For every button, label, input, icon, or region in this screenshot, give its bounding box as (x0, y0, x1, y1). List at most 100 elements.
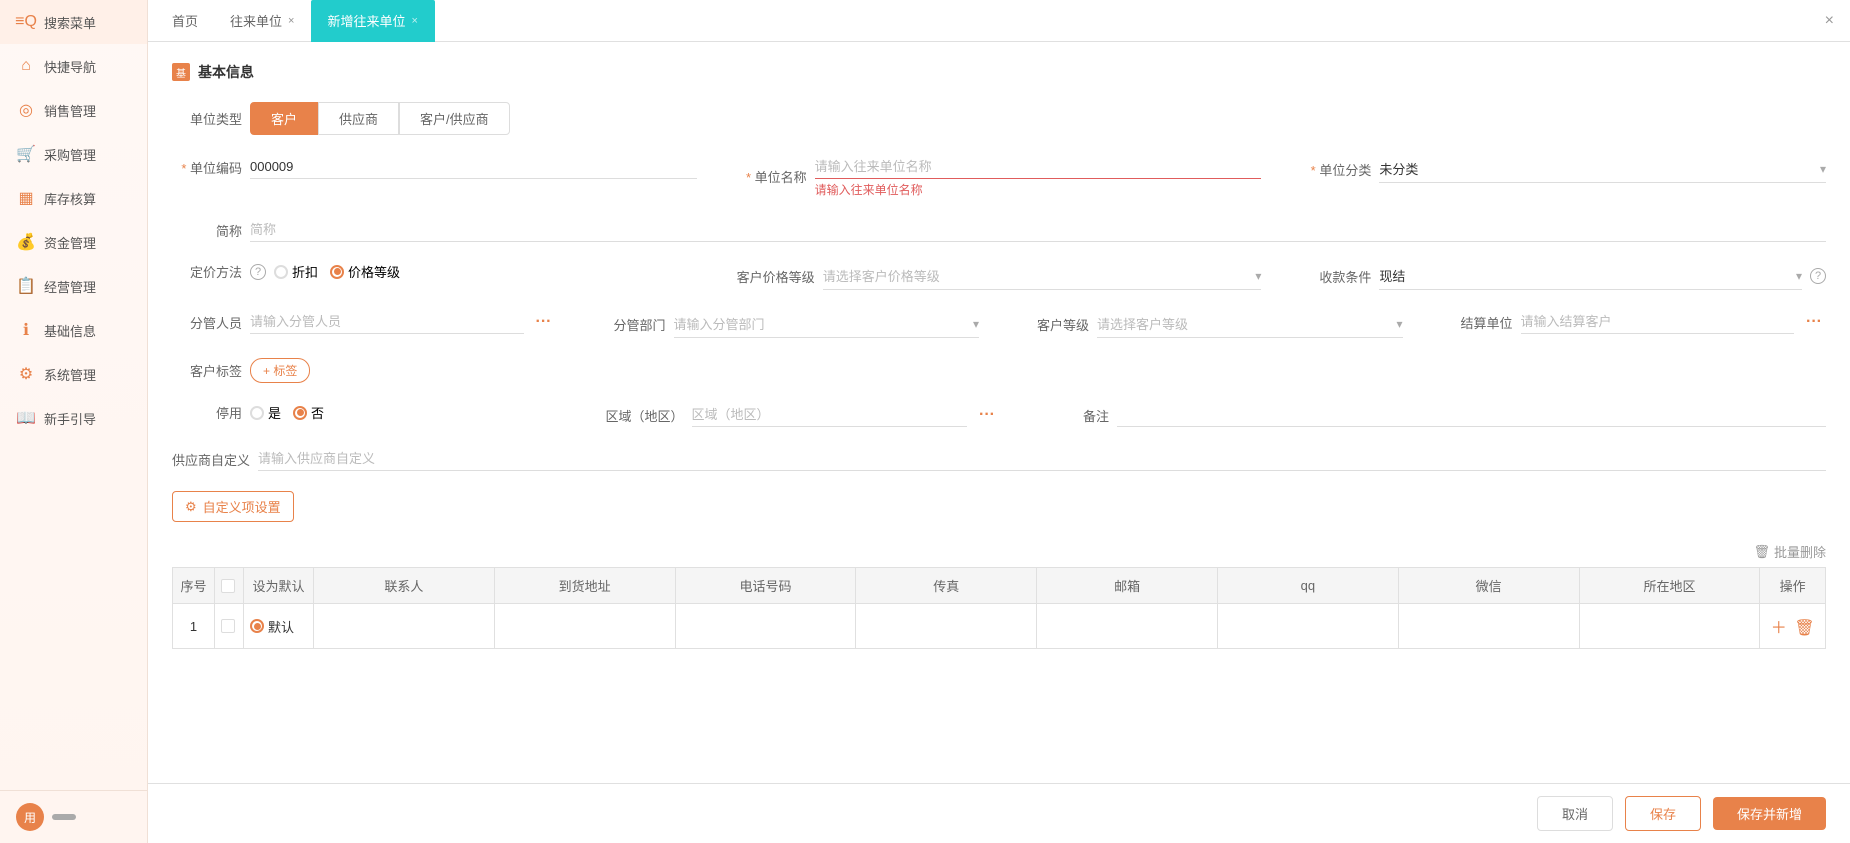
code-input[interactable] (250, 155, 697, 179)
disabled-no[interactable]: 否 (293, 403, 324, 422)
region-input[interactable] (692, 403, 968, 427)
pricing-label: 定价方法 (172, 262, 242, 281)
address-input[interactable] (501, 620, 669, 634)
col-address: 到货地址 (494, 568, 675, 604)
help-icon[interactable]: ? (250, 264, 266, 280)
level-radio (330, 265, 344, 279)
guide-icon: 📖 (16, 408, 36, 428)
name-input-wrapper: 请输入往来单位名称 (815, 155, 1262, 198)
cancel-button[interactable]: 取消 (1537, 796, 1613, 831)
qq-input[interactable] (1224, 620, 1392, 634)
row-checkbox-input[interactable] (221, 619, 235, 633)
payment-select[interactable]: 现结 ▾ (1379, 262, 1802, 290)
row-contact[interactable] (313, 604, 494, 649)
operations-icon: 📋 (16, 276, 36, 296)
close-all-tabs[interactable]: × (1817, 12, 1842, 30)
settings-gear-icon: ⚙ (185, 499, 197, 515)
discount-radio (274, 265, 288, 279)
price-level-select[interactable]: 请选择客户价格等级 ▾ (823, 262, 1262, 290)
row-email[interactable] (1037, 604, 1218, 649)
customer-level-label: 客户等级 (1019, 315, 1089, 334)
sidebar-item-search[interactable]: ≡Q 搜索菜单 (0, 0, 147, 44)
row-wechat[interactable] (1398, 604, 1579, 649)
payment-value: 现结 (1379, 266, 1792, 285)
name-field: 单位名称 请输入往来单位名称 (737, 155, 1262, 198)
table-header-row: 🗑 批量删除 (172, 542, 1826, 561)
payment-help-icon[interactable]: ? (1810, 268, 1826, 284)
add-tag-button[interactable]: + 标签 (250, 358, 310, 383)
sidebar-item-basic-info[interactable]: ℹ 基础信息 (0, 308, 147, 352)
sidebar-item-guide[interactable]: 📖 新手引导 (0, 396, 147, 440)
chevron-down-icon: ▾ (1255, 269, 1261, 283)
contact-input[interactable] (320, 620, 488, 634)
dept-select[interactable]: 请输入分管部门 ▾ (674, 310, 980, 338)
sidebar-item-sales[interactable]: ◎ 销售管理 (0, 88, 147, 132)
row-phone[interactable] (675, 604, 856, 649)
default-radio[interactable]: 默认 (250, 617, 307, 636)
region-input[interactable] (1586, 620, 1754, 634)
custom-settings-button[interactable]: ⚙ 自定义项设置 (172, 491, 294, 522)
row-default: 默认 (244, 604, 314, 649)
col-region: 所在地区 (1579, 568, 1760, 604)
row-region[interactable] (1579, 604, 1760, 649)
disabled-yes[interactable]: 是 (250, 403, 281, 422)
email-input[interactable] (1043, 620, 1211, 634)
select-all-checkbox[interactable] (221, 579, 235, 593)
search-menu-icon: ≡Q (16, 12, 36, 32)
row-qq[interactable] (1217, 604, 1398, 649)
tab-close-icon[interactable]: × (288, 15, 294, 27)
sidebar-item-finance[interactable]: 💰 资金管理 (0, 220, 147, 264)
add-row-button[interactable]: ＋ (1769, 612, 1789, 640)
sidebar-item-nav[interactable]: ⌂ 快捷导航 (0, 44, 147, 88)
save-button[interactable]: 保存 (1625, 796, 1701, 831)
unit-type-supplier[interactable]: 供应商 (318, 102, 399, 135)
abbr-input[interactable] (250, 218, 1826, 242)
col-actions: 操作 (1760, 568, 1826, 604)
col-wechat: 微信 (1398, 568, 1579, 604)
name-input[interactable] (815, 155, 1262, 179)
chevron-down-icon: ▾ (1796, 269, 1802, 283)
category-select[interactable]: 未分类 ▾ (1379, 155, 1826, 183)
sidebar-item-purchase[interactable]: 🛒 采购管理 (0, 132, 147, 176)
tab-new-contact[interactable]: 新增往来单位 × (311, 0, 434, 42)
tags-label: 客户标签 (172, 361, 242, 380)
row-fax[interactable] (856, 604, 1037, 649)
save-new-button[interactable]: 保存并新增 (1713, 797, 1826, 830)
row-address[interactable] (494, 604, 675, 649)
inventory-icon: ▦ (16, 188, 36, 208)
home-icon: ⌂ (16, 56, 36, 76)
pricing-radio-group: 折扣 价格等级 (274, 262, 400, 281)
fax-input[interactable] (862, 620, 1030, 634)
table-section: 🗑 批量删除 序号 设为默认 联系人 到货地址 电话号码 传真 (172, 542, 1826, 649)
phone-input[interactable] (682, 620, 850, 634)
tab-home[interactable]: 首页 (156, 11, 214, 30)
manager-input[interactable] (250, 310, 524, 334)
remarks-label: 备注 (1039, 406, 1109, 425)
basic-info-icon: ℹ (16, 320, 36, 340)
unit-type-both[interactable]: 客户/供应商 (399, 102, 510, 135)
batch-delete-label[interactable]: 批量删除 (1774, 542, 1826, 561)
wechat-input[interactable] (1405, 620, 1573, 634)
sidebar-item-label: 采购管理 (44, 145, 96, 164)
payment-label: 收款条件 (1301, 267, 1371, 286)
customer-level-select[interactable]: 请选择客户等级 ▾ (1097, 310, 1403, 338)
region-more-btn[interactable]: ··· (975, 406, 999, 424)
sidebar-item-inventory[interactable]: ▦ 库存核算 (0, 176, 147, 220)
sales-icon: ◎ (16, 100, 36, 120)
sidebar-item-label: 基础信息 (44, 321, 96, 340)
unit-type-customer[interactable]: 客户 (250, 102, 318, 135)
billing-unit-more-btn[interactable]: ··· (1802, 313, 1826, 331)
tab-close-icon[interactable]: × (411, 15, 417, 27)
supplier-custom-input[interactable] (258, 447, 1826, 471)
tab-contacts[interactable]: 往来单位 × (214, 0, 311, 42)
sidebar-item-system[interactable]: ⚙ 系统管理 (0, 352, 147, 396)
unit-type-label: 单位类型 (172, 109, 242, 128)
billing-unit-input[interactable] (1521, 310, 1795, 334)
delete-row-button[interactable]: 🗑 (1792, 616, 1816, 640)
finance-icon: 💰 (16, 232, 36, 252)
manager-more-btn[interactable]: ··· (532, 313, 556, 331)
remarks-input[interactable] (1117, 403, 1826, 427)
sidebar-item-operations[interactable]: 📋 经营管理 (0, 264, 147, 308)
pricing-discount[interactable]: 折扣 (274, 262, 318, 281)
pricing-level[interactable]: 价格等级 (330, 262, 400, 281)
